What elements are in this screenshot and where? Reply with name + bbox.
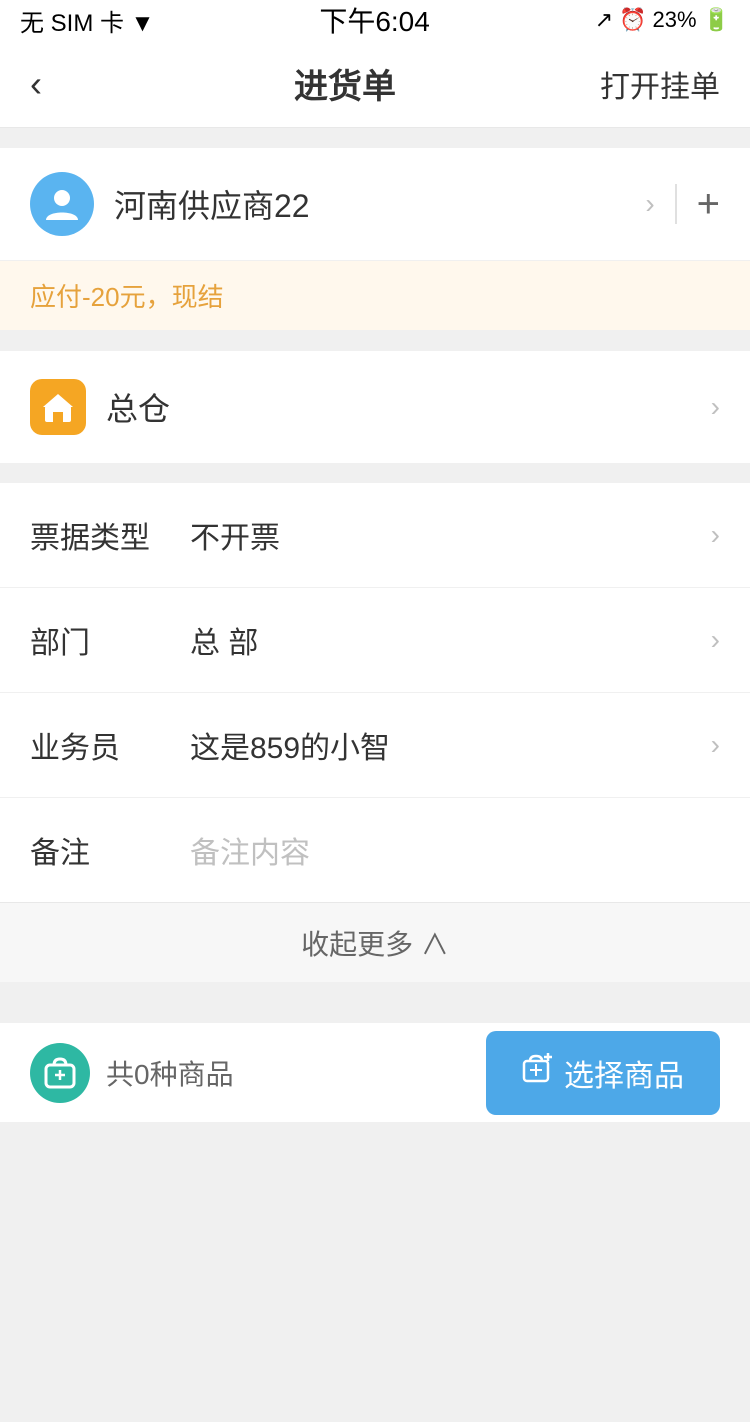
battery-icon: 🔋 xyxy=(703,7,730,33)
status-time: 下午6:04 xyxy=(319,0,430,40)
status-right: ↗ ⏰ 23% 🔋 xyxy=(595,7,730,33)
salesman-label: 业务员 xyxy=(30,723,170,767)
bottom-bar: 共0种商品 选择商品 xyxy=(0,1022,750,1122)
warehouse-arrow-icon: › xyxy=(711,391,720,423)
select-product-button[interactable]: 选择商品 xyxy=(486,1031,720,1115)
gray-background xyxy=(0,1122,750,1422)
department-row[interactable]: 部门 总 部 › xyxy=(0,588,750,693)
remark-row[interactable]: 备注 备注内容 xyxy=(0,798,750,902)
warehouse-name: 总仓 xyxy=(106,384,711,430)
notice-bar: 应付-20元，现结 xyxy=(0,261,750,330)
invoice-row[interactable]: 票据类型 不开票 › xyxy=(0,483,750,588)
warehouse-row[interactable]: 总仓 › xyxy=(0,350,750,463)
supplier-avatar xyxy=(30,172,94,236)
invoice-value: 不开票 xyxy=(170,513,711,557)
select-product-icon xyxy=(522,1053,554,1093)
add-supplier-button[interactable]: + xyxy=(697,182,720,227)
department-arrow-icon: › xyxy=(711,624,720,656)
salesman-value: 这是859的小智 xyxy=(170,723,711,767)
section-gap-2 xyxy=(0,330,750,350)
select-product-label: 选择商品 xyxy=(564,1051,684,1095)
salesman-row[interactable]: 业务员 这是859的小智 › xyxy=(0,693,750,798)
signal-text: 无 SIM 卡 ▼ xyxy=(20,3,154,38)
form-section: 票据类型 不开票 › 部门 总 部 › 业务员 这是859的小智 › 备注 备注… xyxy=(0,483,750,902)
remark-label: 备注 xyxy=(30,828,170,872)
page-title: 进货单 xyxy=(294,59,396,108)
alarm-icon: ⏰ xyxy=(619,7,646,33)
location-icon: ↗ xyxy=(595,7,613,33)
department-value: 总 部 xyxy=(170,618,711,662)
nav-bar: ‹ 进货单 打开挂单 xyxy=(0,40,750,128)
product-icon xyxy=(30,1043,90,1103)
remark-input[interactable]: 备注内容 xyxy=(170,828,720,872)
status-left: 无 SIM 卡 ▼ xyxy=(20,3,154,38)
collapse-button[interactable]: 收起更多 ∧ xyxy=(0,902,750,982)
invoice-arrow-icon: › xyxy=(711,519,720,551)
supplier-arrow-icon: › xyxy=(645,188,654,220)
back-button[interactable]: ‹ xyxy=(30,63,90,105)
status-bar: 无 SIM 卡 ▼ 下午6:04 ↗ ⏰ 23% 🔋 xyxy=(0,0,750,40)
salesman-arrow-icon: › xyxy=(711,729,720,761)
department-label: 部门 xyxy=(30,618,170,662)
battery-text: 23% xyxy=(653,7,697,33)
supplier-section: 河南供应商22 › + 应付-20元，现结 xyxy=(0,148,750,330)
supplier-divider xyxy=(675,184,677,224)
open-pending-button[interactable]: 打开挂单 xyxy=(600,62,720,106)
section-gap-1 xyxy=(0,128,750,148)
supplier-name: 河南供应商22 xyxy=(114,181,645,227)
invoice-label: 票据类型 xyxy=(30,513,170,557)
product-count-text: 共0种商品 xyxy=(106,1053,234,1093)
supplier-row[interactable]: 河南供应商22 › + xyxy=(0,148,750,261)
warehouse-icon xyxy=(30,379,86,435)
warehouse-section: 总仓 › xyxy=(0,350,750,463)
product-count-area: 共0种商品 xyxy=(30,1043,234,1103)
section-gap-3 xyxy=(0,982,750,1002)
